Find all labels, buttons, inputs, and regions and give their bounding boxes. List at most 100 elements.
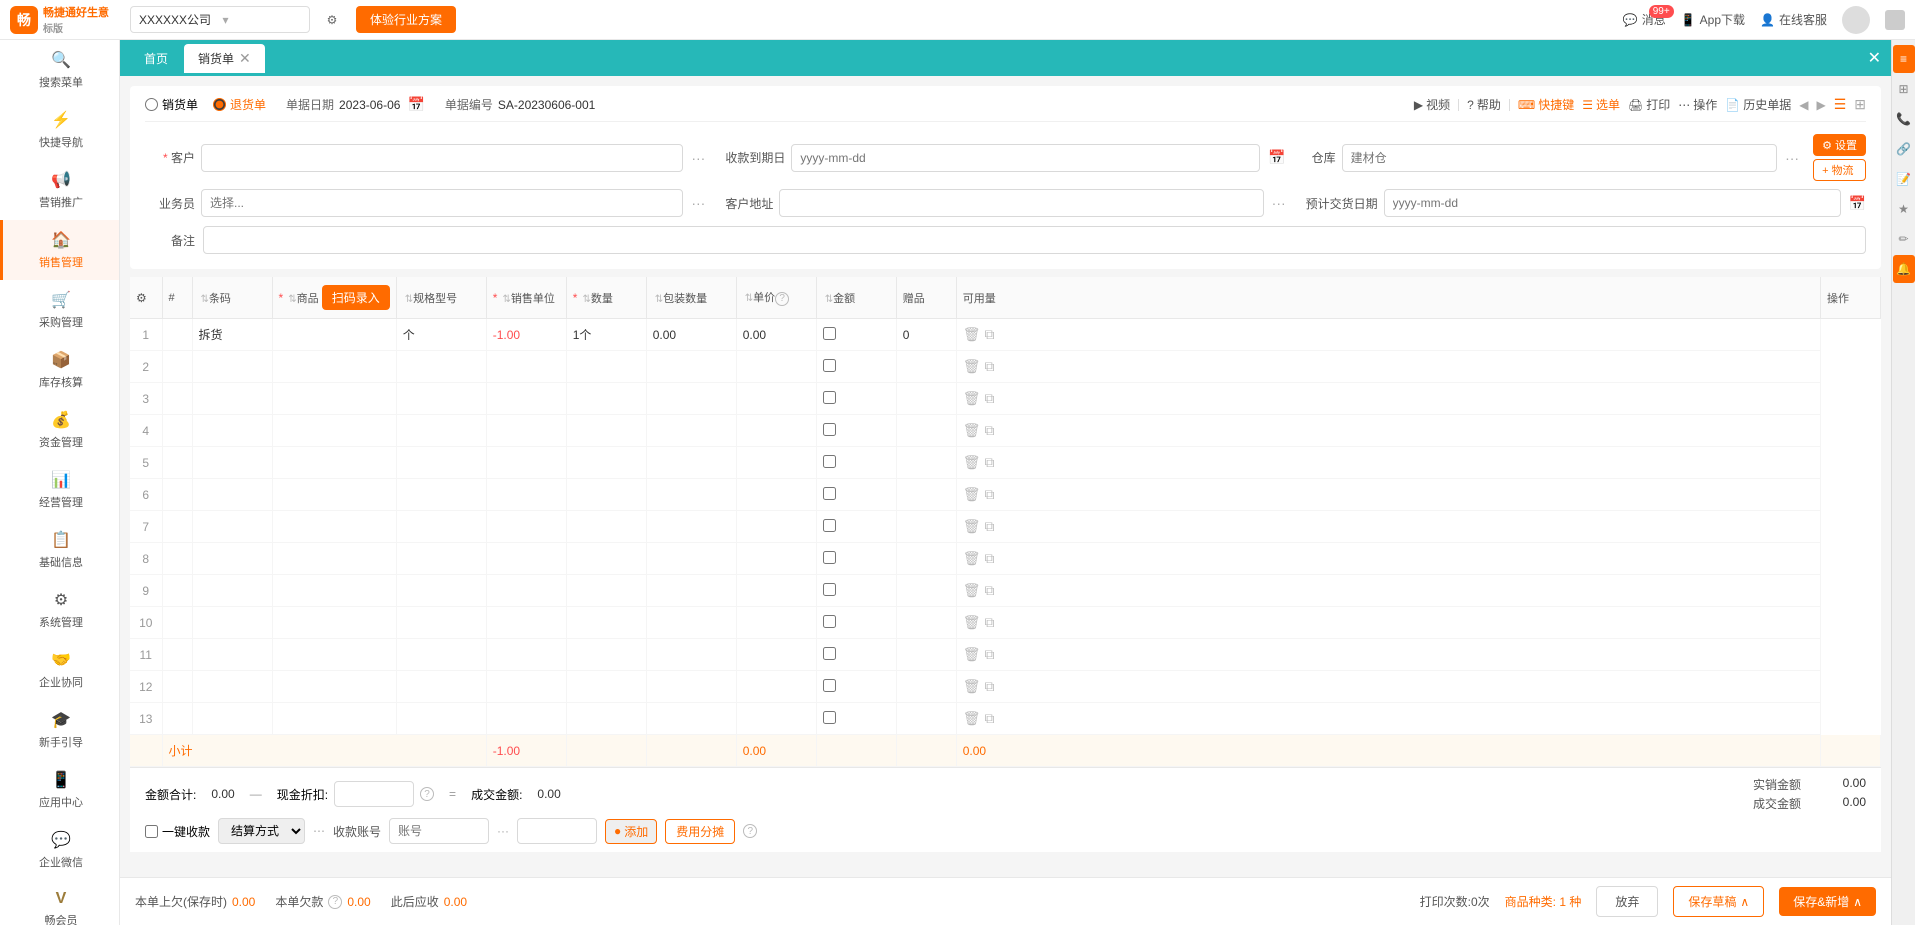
- copy-row-1-btn[interactable]: ⧉: [984, 326, 994, 343]
- delete-row-btn[interactable]: 🗑: [963, 390, 981, 407]
- delete-row-1-btn[interactable]: 🗑: [963, 326, 981, 343]
- nav-next-btn[interactable]: ▶: [1816, 98, 1825, 112]
- cell-barcode-1[interactable]: [162, 319, 192, 351]
- copy-row-btn[interactable]: ⧉: [984, 678, 994, 695]
- expected-delivery-input[interactable]: [1384, 189, 1841, 217]
- payment-method-select[interactable]: 结算方式: [218, 818, 305, 844]
- copy-row-btn[interactable]: ⧉: [984, 422, 994, 439]
- save-new-btn[interactable]: 保存&新增 ∧: [1779, 887, 1876, 916]
- debt-help-icon[interactable]: ?: [328, 895, 342, 909]
- copy-row-btn[interactable]: ⧉: [984, 550, 994, 567]
- operations-btn[interactable]: ⋯ 操作: [1678, 96, 1717, 113]
- save-draft-btn[interactable]: 保存草稿 ∧: [1673, 886, 1764, 917]
- right-panel-orange-btn[interactable]: 🔔: [1893, 255, 1915, 283]
- salesperson-dots-btn[interactable]: ···: [691, 195, 705, 211]
- account-no-input[interactable]: [389, 818, 489, 844]
- history-btn[interactable]: 📄 历史单据: [1725, 96, 1791, 113]
- help-btn[interactable]: ? 帮助: [1467, 96, 1501, 113]
- delete-row-btn[interactable]: 🗑: [963, 454, 981, 471]
- radio-return-order[interactable]: 退货单: [213, 96, 266, 113]
- tab-home[interactable]: 首页: [130, 44, 182, 73]
- copy-row-btn[interactable]: ⧉: [984, 710, 994, 727]
- settings-icon[interactable]: ⚙: [318, 6, 346, 34]
- copy-row-btn[interactable]: ⧉: [984, 486, 994, 503]
- col-settings-icon[interactable]: ⚙: [136, 291, 147, 305]
- copy-row-btn[interactable]: ⧉: [984, 582, 994, 599]
- sidebar-item-collab[interactable]: 🤝 企业协同: [0, 640, 119, 700]
- select-order-btn[interactable]: ☰ 选单: [1582, 96, 1620, 113]
- avatar[interactable]: [1842, 6, 1870, 34]
- delete-row-btn[interactable]: 🗑: [963, 646, 981, 663]
- sidebar-item-sales[interactable]: 🏠 销售管理: [0, 220, 119, 280]
- delete-row-btn[interactable]: 🗑: [963, 550, 981, 567]
- sidebar-item-quicknav[interactable]: ⚡ 快捷导航: [0, 100, 119, 160]
- logistics-btn[interactable]: + 物流: [1813, 159, 1866, 181]
- right-panel-link-btn[interactable]: 🔗: [1893, 135, 1915, 163]
- cash-discount-help-icon[interactable]: ?: [420, 787, 434, 801]
- delete-row-btn[interactable]: 🗑: [963, 422, 981, 439]
- delete-row-btn[interactable]: 🗑: [963, 486, 981, 503]
- copy-row-btn[interactable]: ⧉: [984, 614, 994, 631]
- payment-method-dots[interactable]: ⋯: [313, 824, 325, 838]
- copy-row-btn[interactable]: ⧉: [984, 646, 994, 663]
- copy-row-btn[interactable]: ⧉: [984, 390, 994, 407]
- customer-addr-input[interactable]: [779, 189, 1263, 217]
- shortcut-btn[interactable]: ⌨ 快捷键: [1518, 96, 1574, 113]
- date-calendar-icon[interactable]: 📅: [407, 96, 424, 113]
- add-payment-btn[interactable]: ● 添加: [605, 819, 657, 844]
- delete-row-btn[interactable]: 🗑: [963, 678, 981, 695]
- cell-spec-1[interactable]: [272, 319, 396, 351]
- view-grid-btn[interactable]: ⊞: [1854, 96, 1866, 113]
- sidebar-item-marketing[interactable]: 📢 营销推广: [0, 160, 119, 220]
- expense-help-icon[interactable]: ?: [743, 824, 757, 838]
- warehouse-input[interactable]: [1342, 144, 1777, 172]
- delete-row-btn[interactable]: 🗑: [963, 358, 981, 375]
- copy-row-btn[interactable]: ⧉: [984, 454, 994, 471]
- tab-close-all-btn[interactable]: ✕: [1868, 48, 1881, 68]
- payment-due-input[interactable]: [791, 144, 1260, 172]
- cell-qty-1[interactable]: -1.00: [486, 319, 566, 351]
- customer-input[interactable]: [201, 144, 683, 172]
- tab-close-icon[interactable]: ✕: [239, 50, 251, 67]
- sidebar-item-operations[interactable]: 📊 经营管理: [0, 460, 119, 520]
- cash-discount-input[interactable]: [334, 781, 414, 807]
- right-panel-grid-btn[interactable]: ⊞: [1893, 75, 1915, 103]
- expense-split-btn[interactable]: 费用分摊: [665, 819, 735, 844]
- sidebar-item-guide[interactable]: 🎓 新手引导: [0, 700, 119, 760]
- radio-sales-order[interactable]: 销货单: [145, 96, 198, 113]
- sidebar-item-member[interactable]: V 畅会员: [0, 880, 119, 925]
- one-click-payment-checkbox[interactable]: 一键收款: [145, 823, 210, 840]
- sidebar-item-system[interactable]: ⚙ 系统管理: [0, 580, 119, 640]
- copy-row-btn[interactable]: ⧉: [984, 518, 994, 535]
- trial-btn[interactable]: 体验行业方案: [356, 6, 456, 33]
- account-dots[interactable]: ···: [497, 824, 509, 838]
- delete-row-btn[interactable]: 🗑: [963, 582, 981, 599]
- right-panel-list-btn[interactable]: ≡: [1893, 45, 1915, 73]
- price-help-icon[interactable]: ?: [775, 292, 789, 306]
- copy-row-btn[interactable]: ⧉: [984, 358, 994, 375]
- app-download-btn[interactable]: 📱 App下载: [1681, 11, 1745, 28]
- discard-btn[interactable]: 放弃: [1596, 886, 1658, 917]
- sidebar-item-apps[interactable]: 📱 应用中心: [0, 760, 119, 820]
- right-panel-note-btn[interactable]: 📝: [1893, 165, 1915, 193]
- sidebar-item-wechat[interactable]: 💬 企业微信: [0, 820, 119, 880]
- right-panel-edit-btn[interactable]: ✏: [1893, 225, 1915, 253]
- video-btn[interactable]: ▶ 视频: [1414, 96, 1450, 113]
- sidebar-item-finance[interactable]: 💰 资金管理: [0, 400, 119, 460]
- customer-addr-dots-btn[interactable]: ···: [1272, 195, 1286, 211]
- print-btn[interactable]: 🖨 打印: [1628, 96, 1670, 113]
- amount-input[interactable]: [517, 818, 597, 844]
- note-input[interactable]: [203, 226, 1866, 254]
- right-panel-phone-btn[interactable]: 📞: [1893, 105, 1915, 133]
- nav-prev-btn[interactable]: ◀: [1799, 98, 1808, 112]
- cell-price-1[interactable]: 0.00: [646, 319, 736, 351]
- messages-btn[interactable]: 💬 消息 99+: [1623, 11, 1666, 28]
- cell-gift-1[interactable]: [816, 319, 896, 351]
- sidebar-item-basic-info[interactable]: 📋 基础信息: [0, 520, 119, 580]
- company-selector[interactable]: XXXXXX公司 ▾: [130, 6, 310, 33]
- settings-btn[interactable]: ⚙ 设置: [1813, 134, 1866, 156]
- payment-due-calendar-icon[interactable]: 📅: [1268, 149, 1285, 166]
- delete-row-btn[interactable]: 🗑: [963, 614, 981, 631]
- online-service-btn[interactable]: 👤 在线客服: [1760, 11, 1827, 28]
- view-list-btn[interactable]: ☰: [1834, 96, 1847, 113]
